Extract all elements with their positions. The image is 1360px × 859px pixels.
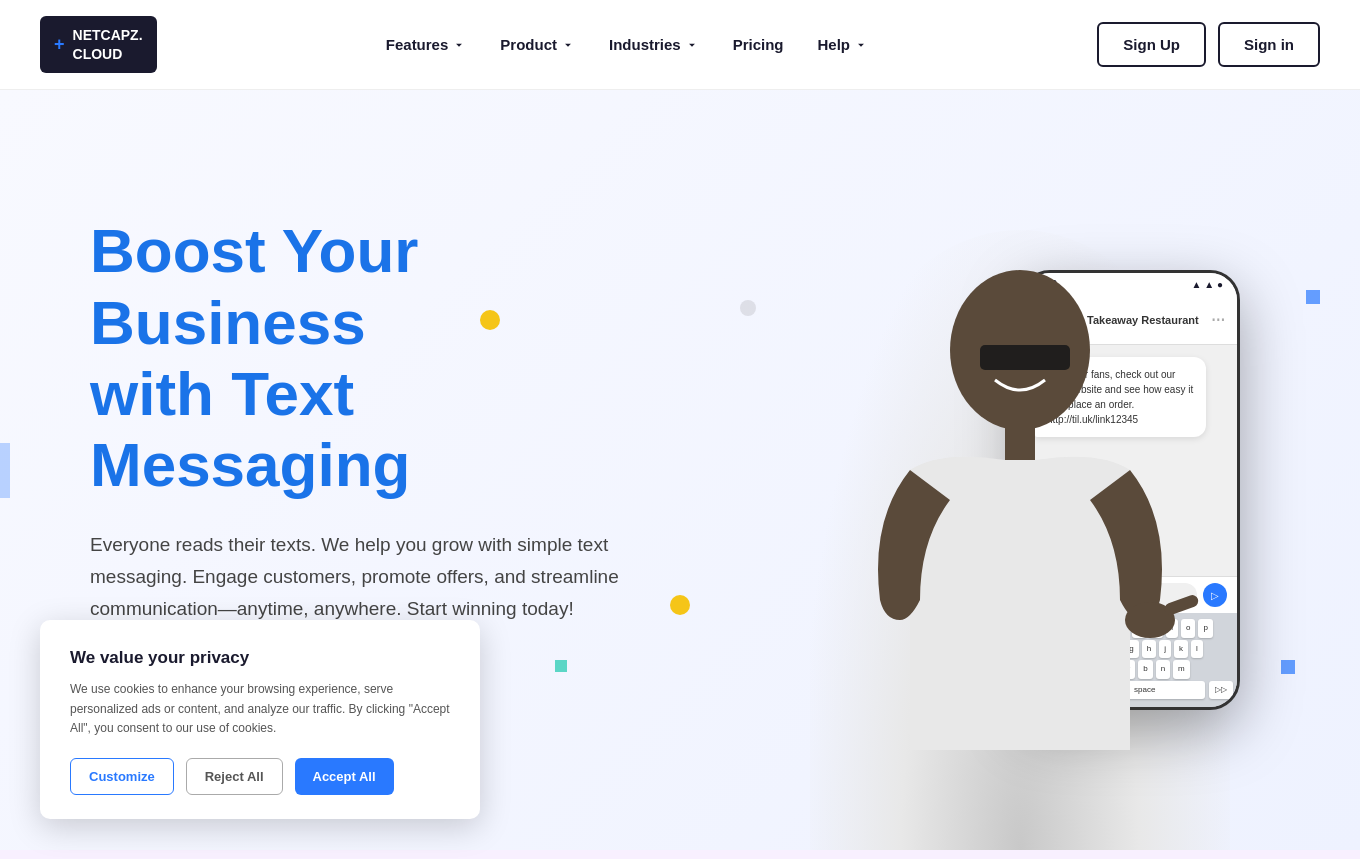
cookie-text: We use cookies to enhance your browsing … — [70, 680, 450, 738]
logo-plus: + — [54, 33, 65, 56]
person-container: 9:39 ▲ ▲ ● Takeaway Restaurant ⋯ Hi burg… — [780, 190, 1260, 850]
chevron-down-icon — [561, 38, 575, 52]
svg-rect-1 — [980, 345, 1070, 370]
decorative-bar-blue — [0, 443, 10, 498]
svg-rect-2 — [1005, 425, 1035, 465]
customize-button[interactable]: Customize — [70, 758, 174, 795]
menu-dots-icon: ⋯ — [1211, 312, 1225, 328]
cookie-actions: Customize Reject All Accept All — [70, 758, 450, 795]
nav-item-industries[interactable]: Industries — [595, 28, 713, 61]
cookie-banner: We value your privacy We use cookies to … — [40, 620, 480, 819]
nav-actions: Sign Up Sign in — [1097, 22, 1320, 67]
reject-all-button[interactable]: Reject All — [186, 758, 283, 795]
chevron-down-icon — [452, 38, 466, 52]
nav-item-features[interactable]: Features — [372, 28, 481, 61]
hero-image-area: 9:39 ▲ ▲ ● Takeaway Restaurant ⋯ Hi burg… — [680, 90, 1360, 850]
svg-rect-3 — [1005, 460, 1035, 750]
svg-rect-5 — [1163, 593, 1200, 616]
person-illustration — [830, 250, 1210, 850]
logo-text: NETCAPZ. CLOUD — [73, 26, 143, 62]
nav-item-product[interactable]: Product — [486, 28, 589, 61]
bottom-section-peek: A Text Messaging — [0, 850, 1360, 859]
chevron-down-icon — [854, 38, 868, 52]
cookie-title: We value your privacy — [70, 648, 450, 668]
hero-subtitle: Everyone reads their texts. We help you … — [90, 529, 650, 626]
navigation: + NETCAPZ. CLOUD Features Product Indust… — [0, 0, 1360, 90]
nav-item-help[interactable]: Help — [804, 28, 883, 61]
hero-title: Boost Your Business with Text Messaging — [90, 215, 650, 500]
logo[interactable]: + NETCAPZ. CLOUD — [40, 16, 157, 72]
signin-button[interactable]: Sign in — [1218, 22, 1320, 67]
nav-item-pricing[interactable]: Pricing — [719, 28, 798, 61]
signup-button[interactable]: Sign Up — [1097, 22, 1206, 67]
accept-all-button[interactable]: Accept All — [295, 758, 394, 795]
nav-links: Features Product Industries Pricing Help — [372, 28, 882, 61]
chevron-down-icon — [685, 38, 699, 52]
